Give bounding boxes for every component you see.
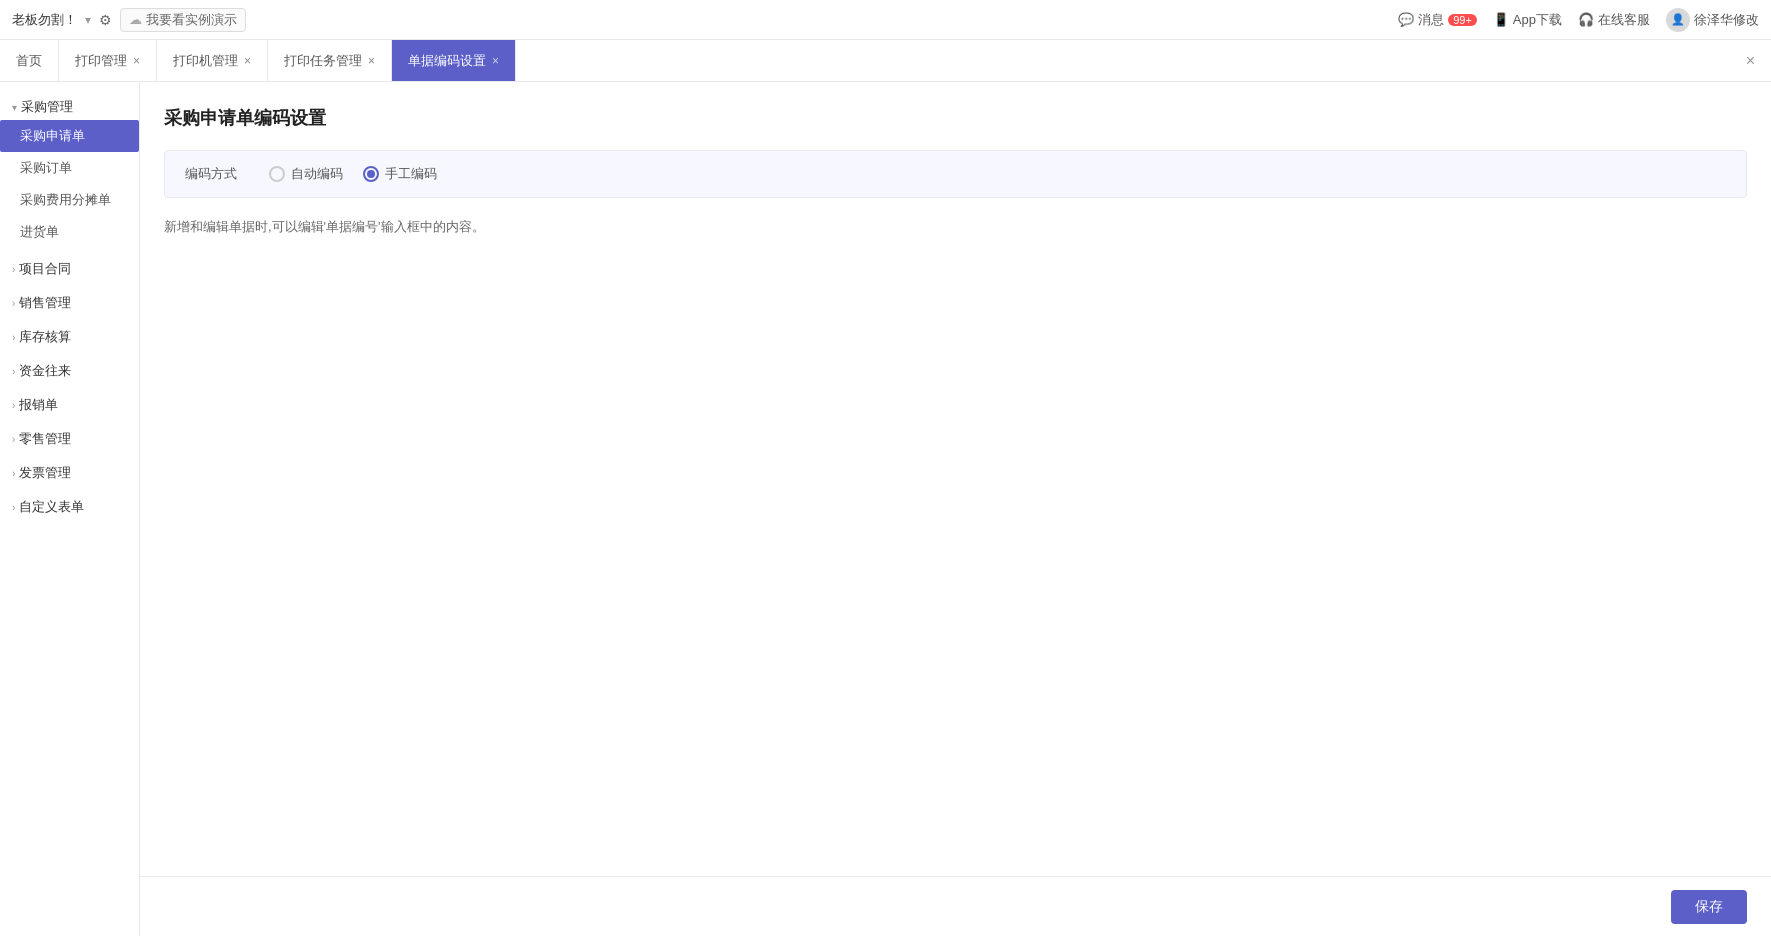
purchase-apply-label: 采购申请单 [20,128,85,143]
cloud-icon: ☁ [129,12,142,27]
purchase-expand-icon: ▾ [12,102,17,113]
tab-print-manage[interactable]: 打印管理 × [59,40,157,81]
inventory-label: 库存核算 [19,328,71,346]
save-button[interactable]: 保存 [1671,890,1747,924]
inventory-expand-icon: › [12,332,15,343]
sidebar: ▾ 采购管理 采购申请单 采购订单 采购费用分摊单 进货单 › 项目合同 › 销… [0,82,140,936]
tab-printer-manage-label: 打印机管理 [173,52,238,70]
sidebar-item-stock-in[interactable]: 进货单 [0,216,139,248]
project-contract-expand-icon: › [12,264,15,275]
sidebar-group-project-contract[interactable]: › 项目合同 [0,252,139,286]
sidebar-group-inventory[interactable]: › 库存核算 [0,320,139,354]
online-service-button[interactable]: 🎧 在线客服 [1578,11,1650,29]
message-label: 消息 [1418,11,1444,29]
sidebar-group-custom-form[interactable]: › 自定义表单 [0,490,139,524]
sidebar-item-purchase-expense[interactable]: 采购费用分摊单 [0,184,139,216]
top-bar: 老板勿割！ ▾ ⚙ ☁ 我要看实例演示 💬 消息 99+ 📱 App下载 🎧 在… [0,0,1771,40]
sidebar-item-purchase-apply[interactable]: 采购申请单 [0,120,139,152]
coding-section: 编码方式 自动编码 手工编码 [164,150,1747,198]
tab-single-code-close[interactable]: × [492,55,499,67]
sidebar-group-return[interactable]: › 报销单 [0,388,139,422]
tab-print-manage-close[interactable]: × [133,55,140,67]
top-bar-left: 老板勿割！ ▾ ⚙ ☁ 我要看实例演示 [12,8,246,32]
sidebar-group-capital[interactable]: › 资金往来 [0,354,139,388]
app-download-button[interactable]: 📱 App下载 [1493,11,1562,29]
tab-home[interactable]: 首页 [0,40,59,81]
sidebar-group-sales[interactable]: › 销售管理 [0,286,139,320]
top-bar-right: 💬 消息 99+ 📱 App下载 🎧 在线客服 👤 徐泽华修改 [1398,8,1759,32]
message-icon: 💬 [1398,12,1414,27]
tab-single-code[interactable]: 单据编码设置 × [392,40,516,81]
invoice-label: 发票管理 [19,464,71,482]
sidebar-group-purchase[interactable]: ▾ 采购管理 [0,90,139,120]
radio-auto-code[interactable]: 自动编码 [269,165,343,183]
retail-label: 零售管理 [19,430,71,448]
hint-text: 新增和编辑单据时,可以编辑'单据编号'输入框中的内容。 [164,218,1747,236]
message-badge: 99+ [1448,14,1477,26]
invoice-expand-icon: › [12,468,15,479]
online-service-label: 在线客服 [1598,11,1650,29]
tab-print-task[interactable]: 打印任务管理 × [268,40,392,81]
purchase-group-label: 采购管理 [21,98,73,116]
message-button[interactable]: 💬 消息 99+ [1398,11,1477,29]
content-area: 采购申请单编码设置 编码方式 自动编码 手工编码 新增和编辑单据时,可以编辑'单… [140,82,1771,936]
phone-icon: 📱 [1493,12,1509,27]
sidebar-group-invoice[interactable]: › 发票管理 [0,456,139,490]
capital-expand-icon: › [12,366,15,377]
tab-print-task-close[interactable]: × [368,55,375,67]
retail-expand-icon: › [12,434,15,445]
custom-form-label: 自定义表单 [19,498,84,516]
headset-icon: 🎧 [1578,12,1594,27]
content-inner: 采购申请单编码设置 编码方式 自动编码 手工编码 新增和编辑单据时,可以编辑'单… [140,82,1771,876]
tab-printer-manage[interactable]: 打印机管理 × [157,40,268,81]
brand-text: 老板勿割！ [12,11,77,29]
page-title: 采购申请单编码设置 [164,106,1747,130]
stock-in-label: 进货单 [20,224,59,239]
tab-home-label: 首页 [16,52,42,70]
tab-bar: 首页 打印管理 × 打印机管理 × 打印任务管理 × 单据编码设置 × × [0,40,1771,82]
radio-manual-circle [363,166,379,182]
radio-manual-code[interactable]: 手工编码 [363,165,437,183]
demo-text: 我要看实例演示 [146,11,237,29]
purchase-order-label: 采购订单 [20,160,72,175]
sales-expand-icon: › [12,298,15,309]
sidebar-group-retail[interactable]: › 零售管理 [0,422,139,456]
radio-group-coding: 自动编码 手工编码 [269,165,437,183]
user-name: 徐泽华修改 [1694,11,1759,29]
tab-print-task-label: 打印任务管理 [284,52,362,70]
return-label: 报销单 [19,396,58,414]
brand-dropdown-icon[interactable]: ▾ [85,13,91,27]
coding-label: 编码方式 [185,165,237,183]
tab-bar-close-all[interactable]: × [1730,52,1771,70]
app-download-label: App下载 [1513,11,1562,29]
sidebar-item-purchase-order[interactable]: 采购订单 [0,152,139,184]
project-contract-label: 项目合同 [19,260,71,278]
tab-print-manage-label: 打印管理 [75,52,127,70]
avatar: 👤 [1666,8,1690,32]
tab-single-code-label: 单据编码设置 [408,52,486,70]
manual-code-label: 手工编码 [385,165,437,183]
return-expand-icon: › [12,400,15,411]
purchase-expense-label: 采购费用分摊单 [20,192,111,207]
capital-label: 资金往来 [19,362,71,380]
sales-label: 销售管理 [19,294,71,312]
auto-code-label: 自动编码 [291,165,343,183]
main-layout: ▾ 采购管理 采购申请单 采购订单 采购费用分摊单 进货单 › 项目合同 › 销… [0,82,1771,936]
content-footer: 保存 [140,876,1771,936]
tab-printer-manage-close[interactable]: × [244,55,251,67]
settings-icon[interactable]: ⚙ [99,12,112,28]
demo-button[interactable]: ☁ 我要看实例演示 [120,8,246,32]
radio-auto-circle [269,166,285,182]
custom-form-expand-icon: › [12,502,15,513]
user-menu[interactable]: 👤 徐泽华修改 [1666,8,1759,32]
